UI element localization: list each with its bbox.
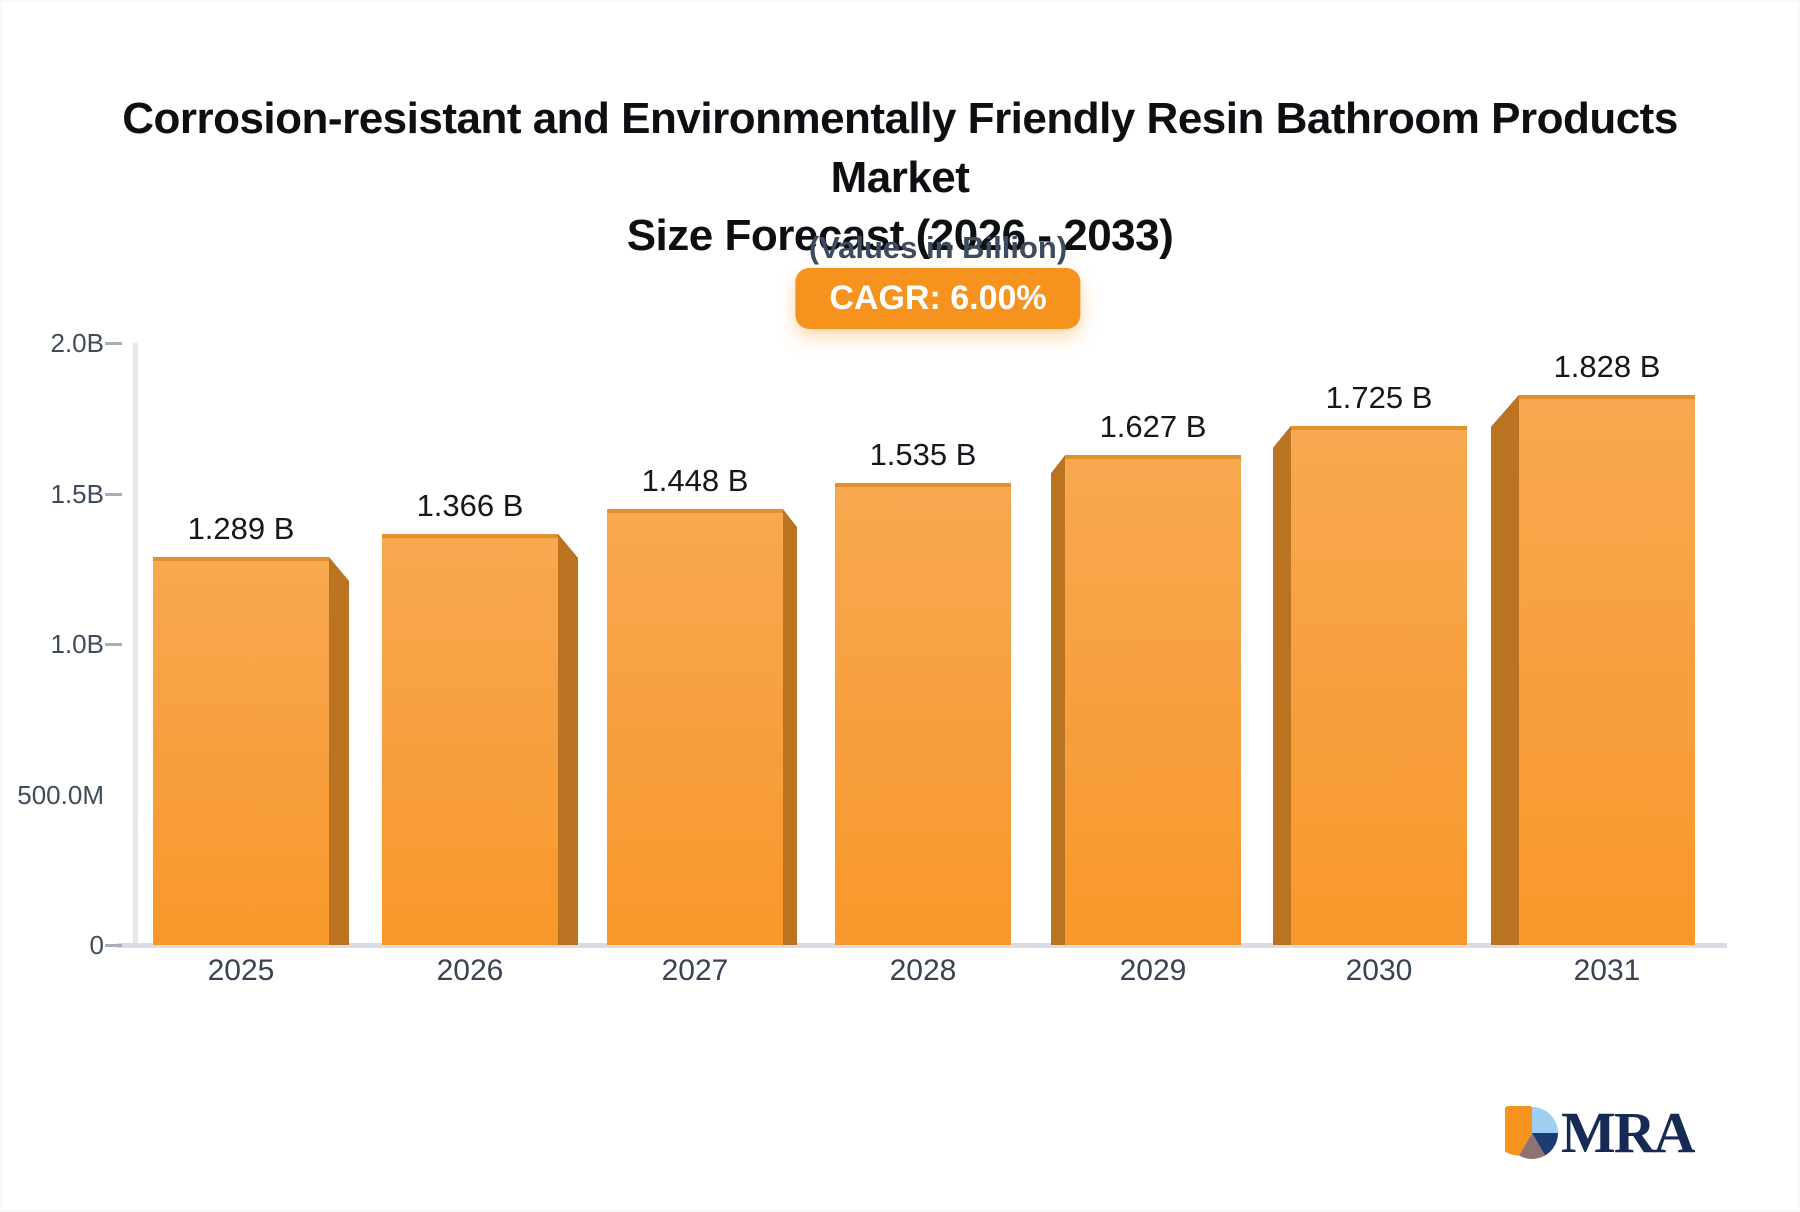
cagr-badge: CAGR: 6.00% — [795, 268, 1081, 329]
chart-title-line1: Corrosion-resistant and Environmentally … — [122, 94, 1678, 202]
bar-value-label: 1.448 B — [641, 463, 749, 499]
bar[interactable] — [835, 482, 1011, 945]
y-tick-label: 500.0M — [17, 779, 104, 810]
bar-side-face — [1491, 394, 1519, 945]
bar-value-label: 1.627 B — [1099, 409, 1207, 445]
bar[interactable] — [1065, 455, 1241, 945]
x-axis-label: 2027 — [661, 954, 729, 987]
bar-side-face — [1273, 425, 1291, 945]
y-tick-dash — [105, 342, 122, 345]
bar-value-label: 1.535 B — [869, 436, 977, 472]
bar-value-label: 1.366 B — [416, 487, 524, 523]
logo-pie-icon — [1505, 1106, 1558, 1159]
y-tick-dash — [105, 643, 122, 646]
bar-value-label: 1.828 B — [1553, 348, 1661, 384]
x-axis-label: 2028 — [889, 954, 957, 987]
x-axis-label: 2030 — [1345, 954, 1413, 987]
y-tick-label: 2.0B — [50, 328, 105, 358]
bar-side-face — [329, 557, 349, 945]
bar-value-label: 1.289 B — [187, 511, 295, 546]
logo-text: MRA — [1561, 1100, 1696, 1165]
bar-side-face — [558, 533, 578, 945]
y-tick-dash — [105, 492, 122, 496]
x-axis-label: 2029 — [1119, 954, 1187, 987]
bar-side-face — [783, 509, 797, 945]
bar[interactable] — [607, 509, 783, 945]
y-axis-line — [133, 343, 138, 948]
x-axis-label: 2031 — [1573, 954, 1641, 987]
bar-side-face — [1051, 455, 1065, 945]
chart-subtitle: (Values in Billion) — [808, 230, 1068, 265]
bar[interactable] — [153, 557, 329, 945]
y-tick-label: 1.5B — [50, 478, 105, 509]
brand-logo: MRA — [1505, 1100, 1696, 1165]
bar[interactable] — [382, 533, 558, 945]
bar-value-label: 1.725 B — [1325, 379, 1433, 415]
bar[interactable] — [1519, 394, 1695, 945]
y-tick-label: 0 — [89, 930, 104, 960]
y-tick-label: 1.0B — [50, 629, 105, 659]
bar[interactable] — [1291, 425, 1467, 945]
y-tick-dash — [105, 944, 122, 947]
x-axis-label: 2025 — [207, 954, 275, 987]
x-axis-label: 2026 — [436, 954, 504, 987]
